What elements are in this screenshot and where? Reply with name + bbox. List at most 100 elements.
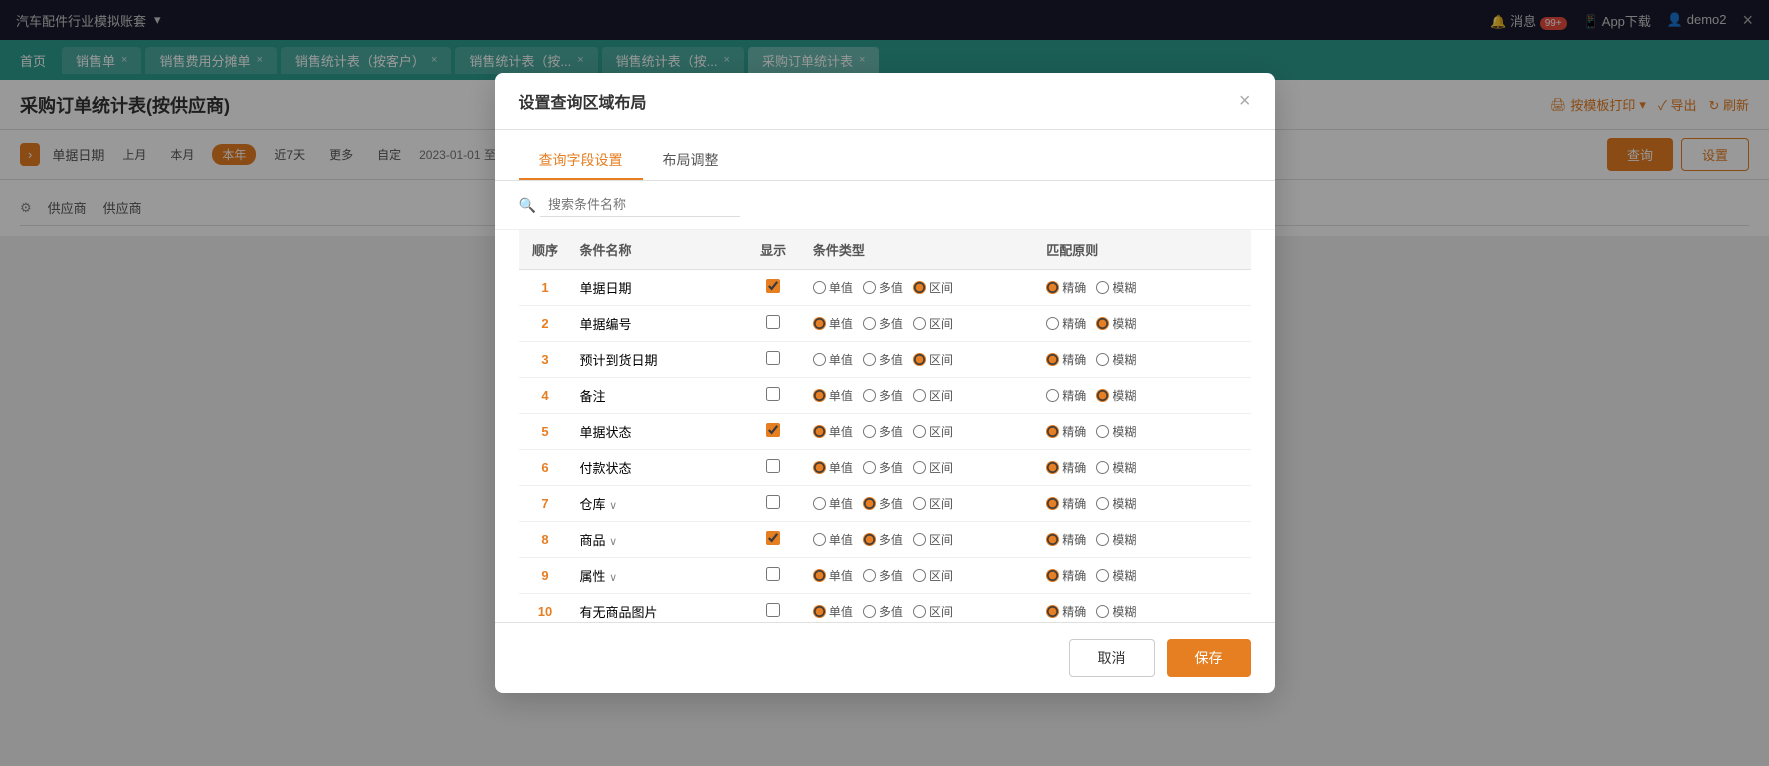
display-checkbox[interactable] <box>766 387 780 401</box>
type-radio-单值[interactable]: 单值 <box>813 279 853 296</box>
match-radio-模糊[interactable]: 模糊 <box>1096 603 1136 620</box>
type-radio-多值[interactable]: 多值 <box>863 351 903 368</box>
row-display-checkbox[interactable] <box>741 378 805 414</box>
match-radio-模糊[interactable]: 模糊 <box>1096 495 1136 512</box>
col-display: 显示 <box>741 230 805 270</box>
type-radio-区间[interactable]: 区间 <box>913 315 953 332</box>
display-checkbox[interactable] <box>766 531 780 545</box>
row-order: 8 <box>519 522 572 558</box>
save-button[interactable]: 保存 <box>1167 639 1251 677</box>
row-display-checkbox[interactable] <box>741 270 805 306</box>
search-icon: 🔍 <box>519 197 536 214</box>
display-checkbox[interactable] <box>766 567 780 581</box>
modal-footer: 取消 保存 <box>495 622 1275 693</box>
type-radio-单值[interactable]: 单值 <box>813 423 853 440</box>
modal-title: 设置查询区域布局 <box>519 89 647 113</box>
modal-tab-fields[interactable]: 查询字段设置 <box>519 142 643 180</box>
modal-tab-layout[interactable]: 布局调整 <box>643 142 739 180</box>
row-order: 2 <box>519 306 572 342</box>
row-display-checkbox[interactable] <box>741 414 805 450</box>
type-radio-多值[interactable]: 多值 <box>863 423 903 440</box>
match-radio-模糊[interactable]: 模糊 <box>1096 531 1136 548</box>
type-radio-区间[interactable]: 区间 <box>913 603 953 620</box>
display-checkbox[interactable] <box>766 351 780 365</box>
type-radio-区间[interactable]: 区间 <box>913 567 953 584</box>
row-match-options: 精确模糊 <box>1038 594 1250 623</box>
match-radio-模糊[interactable]: 模糊 <box>1096 567 1136 584</box>
row-type-options: 单值多值区间 <box>805 306 1038 342</box>
search-input[interactable] <box>540 193 740 217</box>
match-radio-精确[interactable]: 精确 <box>1046 279 1086 296</box>
display-checkbox[interactable] <box>766 459 780 473</box>
match-radio-精确[interactable]: 精确 <box>1046 423 1086 440</box>
modal-close-button[interactable]: × <box>1239 91 1251 111</box>
match-radio-模糊[interactable]: 模糊 <box>1096 279 1136 296</box>
match-radio-精确[interactable]: 精确 <box>1046 315 1086 332</box>
type-radio-多值[interactable]: 多值 <box>863 567 903 584</box>
row-display-checkbox[interactable] <box>741 594 805 623</box>
col-order: 顺序 <box>519 230 572 270</box>
match-radio-模糊[interactable]: 模糊 <box>1096 387 1136 404</box>
type-radio-多值[interactable]: 多值 <box>863 459 903 476</box>
modal-header: 设置查询区域布局 × <box>495 73 1275 130</box>
type-radio-多值[interactable]: 多值 <box>863 315 903 332</box>
row-display-checkbox[interactable] <box>741 558 805 594</box>
display-checkbox[interactable] <box>766 315 780 329</box>
row-display-checkbox[interactable] <box>741 486 805 522</box>
display-checkbox[interactable] <box>766 495 780 509</box>
type-radio-单值[interactable]: 单值 <box>813 567 853 584</box>
row-match-options: 精确模糊 <box>1038 270 1250 306</box>
display-checkbox[interactable] <box>766 603 780 617</box>
match-radio-精确[interactable]: 精确 <box>1046 459 1086 476</box>
row-type-options: 单值多值区间 <box>805 270 1038 306</box>
row-display-checkbox[interactable] <box>741 306 805 342</box>
type-radio-区间[interactable]: 区间 <box>913 351 953 368</box>
match-radio-模糊[interactable]: 模糊 <box>1096 423 1136 440</box>
match-radio-精确[interactable]: 精确 <box>1046 387 1086 404</box>
match-radio-模糊[interactable]: 模糊 <box>1096 351 1136 368</box>
row-display-checkbox[interactable] <box>741 450 805 486</box>
modal-table: 顺序 条件名称 显示 条件类型 匹配原则 1单据日期单值多值区间精确模糊2单据编… <box>519 230 1251 622</box>
type-radio-区间[interactable]: 区间 <box>913 279 953 296</box>
match-radio-精确[interactable]: 精确 <box>1046 531 1086 548</box>
type-radio-多值[interactable]: 多值 <box>863 531 903 548</box>
type-radio-单值[interactable]: 单值 <box>813 387 853 404</box>
type-radio-多值[interactable]: 多值 <box>863 387 903 404</box>
table-header-row: 顺序 条件名称 显示 条件类型 匹配原则 <box>519 230 1251 270</box>
row-condition-name: 商品 ∨ <box>572 522 742 558</box>
type-radio-区间[interactable]: 区间 <box>913 495 953 512</box>
type-radio-多值[interactable]: 多值 <box>863 279 903 296</box>
match-radio-模糊[interactable]: 模糊 <box>1096 459 1136 476</box>
type-radio-区间[interactable]: 区间 <box>913 459 953 476</box>
row-display-checkbox[interactable] <box>741 522 805 558</box>
type-radio-单值[interactable]: 单值 <box>813 459 853 476</box>
row-match-options: 精确模糊 <box>1038 378 1250 414</box>
row-type-options: 单值多值区间 <box>805 342 1038 378</box>
type-radio-多值[interactable]: 多值 <box>863 495 903 512</box>
type-radio-区间[interactable]: 区间 <box>913 423 953 440</box>
table-row: 2单据编号单值多值区间精确模糊 <box>519 306 1251 342</box>
type-radio-单值[interactable]: 单值 <box>813 603 853 620</box>
match-radio-精确[interactable]: 精确 <box>1046 567 1086 584</box>
display-checkbox[interactable] <box>766 279 780 293</box>
row-display-checkbox[interactable] <box>741 342 805 378</box>
type-radio-单值[interactable]: 单值 <box>813 531 853 548</box>
type-radio-单值[interactable]: 单值 <box>813 495 853 512</box>
cancel-button[interactable]: 取消 <box>1069 639 1155 677</box>
type-radio-区间[interactable]: 区间 <box>913 531 953 548</box>
display-checkbox[interactable] <box>766 423 780 437</box>
type-radio-单值[interactable]: 单值 <box>813 351 853 368</box>
match-radio-精确[interactable]: 精确 <box>1046 603 1086 620</box>
row-order: 3 <box>519 342 572 378</box>
match-radio-精确[interactable]: 精确 <box>1046 495 1086 512</box>
type-radio-单值[interactable]: 单值 <box>813 315 853 332</box>
modal-search-area: 🔍 <box>495 181 1275 230</box>
row-type-options: 单值多值区间 <box>805 450 1038 486</box>
match-radio-模糊[interactable]: 模糊 <box>1096 315 1136 332</box>
type-radio-多值[interactable]: 多值 <box>863 603 903 620</box>
table-row: 10有无商品图片单值多值区间精确模糊 <box>519 594 1251 623</box>
match-radio-精确[interactable]: 精确 <box>1046 351 1086 368</box>
type-radio-区间[interactable]: 区间 <box>913 387 953 404</box>
row-match-options: 精确模糊 <box>1038 414 1250 450</box>
row-order: 5 <box>519 414 572 450</box>
